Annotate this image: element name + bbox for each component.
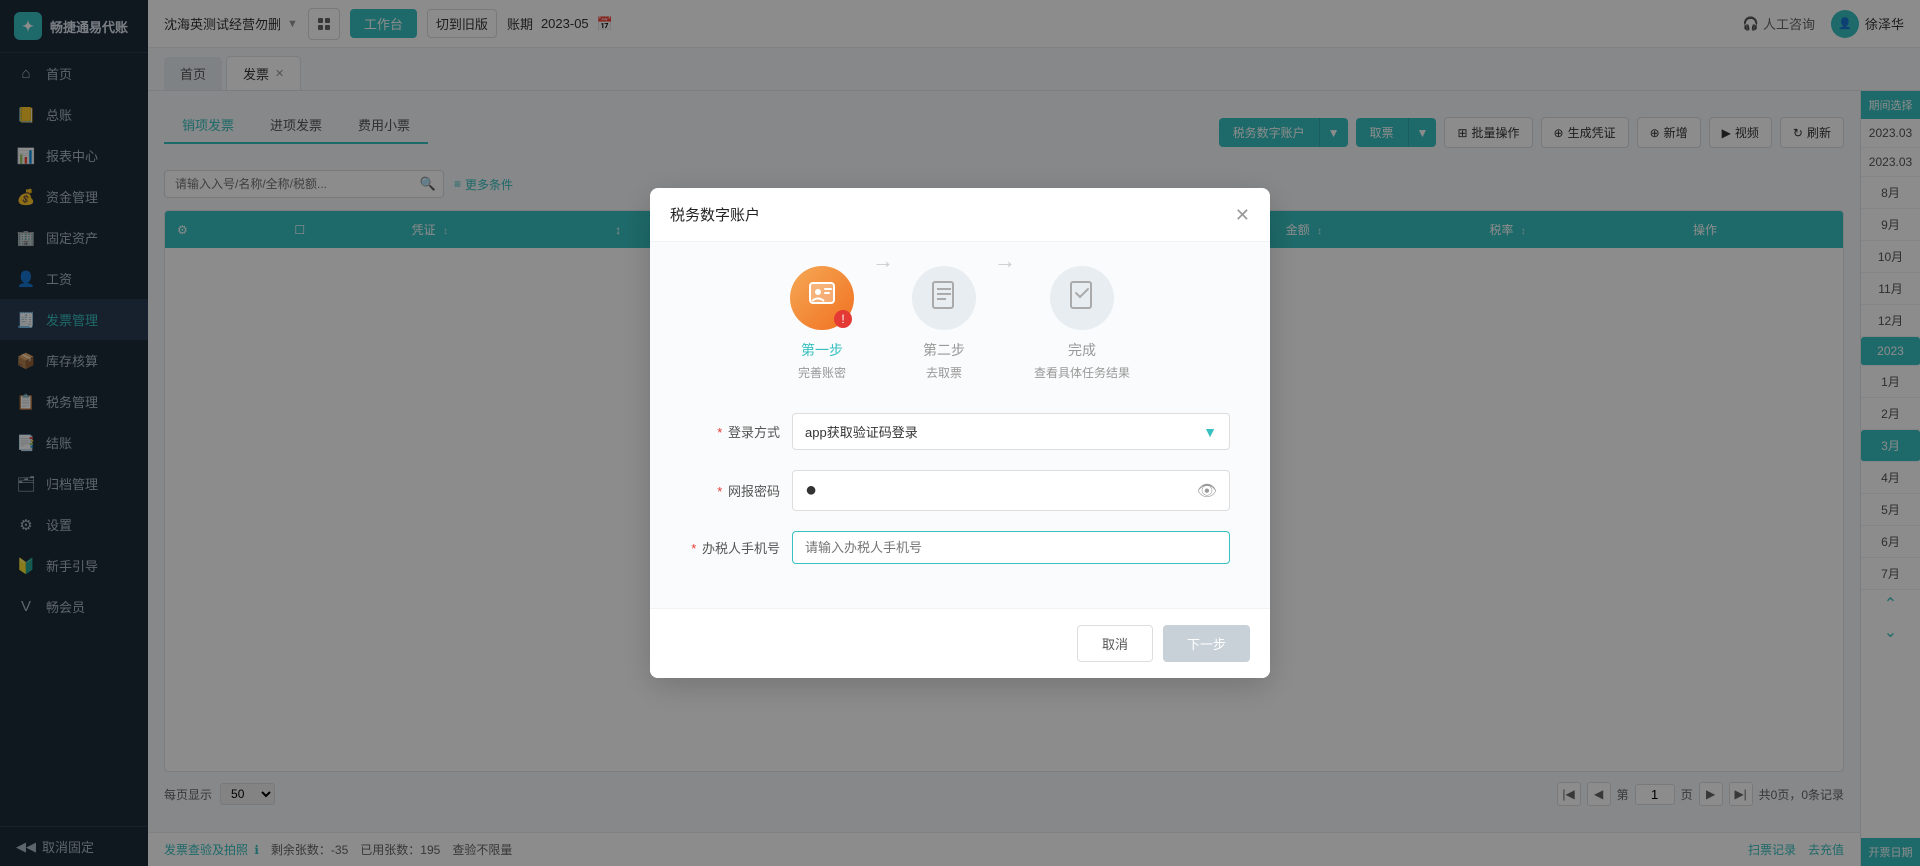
- tax-digital-modal: 税务数字账户 ✕: [650, 188, 1270, 678]
- step-3: 完成 查看具体任务结果: [1034, 266, 1130, 381]
- login-method-row: * 登录方式 app获取验证码登录 ▼: [690, 413, 1230, 450]
- step-arrow-2: →: [976, 248, 1034, 274]
- password-label: * 网报密码: [690, 481, 780, 500]
- step-1: ! 第一步 完善账密: [790, 266, 854, 381]
- step-3-icon: [1066, 279, 1098, 318]
- phone-row: * 办税人手机号: [690, 531, 1230, 564]
- step-1-icon-wrap: !: [790, 266, 854, 330]
- cancel-button[interactable]: 取消: [1077, 625, 1153, 662]
- step-3-desc: 查看具体任务结果: [1034, 364, 1130, 381]
- step-1-label: 第一步: [801, 340, 843, 360]
- step-2: 第二步 去取票: [912, 266, 976, 381]
- modal-header: 税务数字账户 ✕: [650, 188, 1270, 242]
- modal-footer: 取消 下一步: [650, 608, 1270, 678]
- password-row: * 网报密码 👁: [690, 470, 1230, 511]
- password-input[interactable]: [805, 479, 1197, 502]
- step-2-desc: 去取票: [926, 364, 962, 381]
- phone-label: * 办税人手机号: [690, 538, 780, 557]
- phone-input[interactable]: [793, 532, 1229, 563]
- step-1-badge: !: [834, 310, 852, 328]
- step-1-icon: [806, 279, 838, 318]
- modal-close-button[interactable]: ✕: [1235, 206, 1250, 224]
- password-toggle-icon[interactable]: 👁: [1197, 481, 1217, 501]
- login-method-select[interactable]: app获取验证码登录 ▼: [792, 413, 1230, 450]
- login-method-label: * 登录方式: [690, 422, 780, 441]
- step-2-label: 第二步: [923, 340, 965, 360]
- next-button[interactable]: 下一步: [1163, 625, 1250, 662]
- step-3-label: 完成: [1068, 340, 1096, 360]
- step-arrow-1: →: [854, 248, 912, 274]
- step-2-icon-wrap: [912, 266, 976, 330]
- phone-field-wrap: [792, 531, 1230, 564]
- chevron-down-icon: ▼: [1203, 424, 1217, 440]
- modal-overlay: 税务数字账户 ✕: [0, 0, 1920, 866]
- modal-title: 税务数字账户: [670, 204, 760, 225]
- login-method-value: app获取验证码登录: [805, 422, 918, 441]
- step-3-icon-wrap: [1050, 266, 1114, 330]
- modal-body: ! 第一步 完善账密 →: [650, 242, 1270, 608]
- step-2-icon: [928, 279, 960, 318]
- step-1-desc: 完善账密: [798, 364, 846, 381]
- modal-form: * 登录方式 app获取验证码登录 ▼ * 网报密码: [690, 413, 1230, 564]
- steps: ! 第一步 完善账密 →: [690, 266, 1230, 381]
- password-field-wrap: 👁: [792, 470, 1230, 511]
